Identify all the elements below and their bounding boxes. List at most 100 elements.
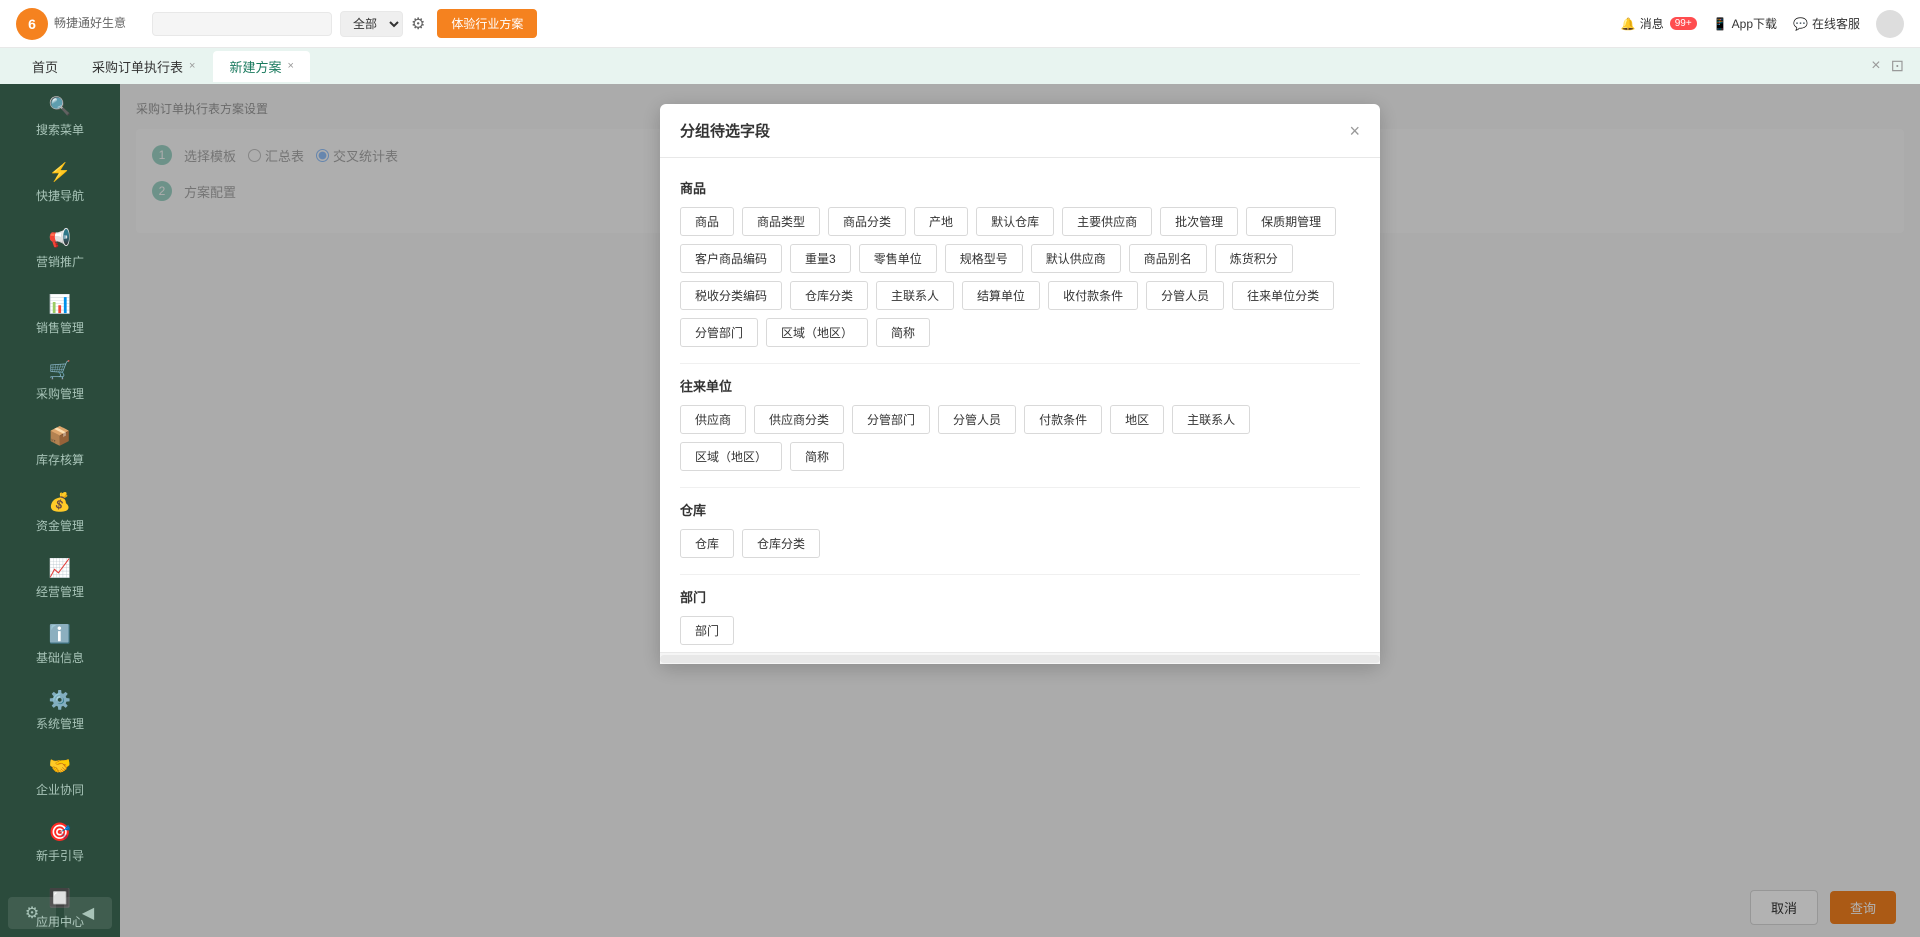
modal-horizontal-scrollbar[interactable]	[660, 652, 1380, 664]
app-download-button[interactable]: 📱 App下载	[1713, 15, 1777, 32]
field-tag-payment-terms[interactable]: 收付款条件	[1048, 281, 1138, 310]
tab-new-plan-label: 新建方案	[229, 57, 281, 76]
top-header: 6 畅捷通好生意 全部 ⚙ 体验行业方案 🔔 消息 99+ 📱 App下载 💬 …	[0, 0, 1920, 48]
field-tag-default-supplier[interactable]: 默认供应商	[1031, 244, 1121, 273]
info-icon: ℹ️	[49, 624, 71, 645]
divider-3	[680, 574, 1360, 575]
field-tag-customer-code[interactable]: 客户商品编码	[680, 244, 782, 273]
sidebar-item-label: 库存核算	[36, 451, 84, 468]
field-list-dept: 部门	[680, 616, 1360, 645]
field-tag-retail-unit[interactable]: 零售单位	[859, 244, 937, 273]
field-tag-main-contact[interactable]: 主联系人	[876, 281, 954, 310]
modal-header: 分组待选字段 ×	[660, 104, 1380, 158]
field-tag-expiry-mgmt[interactable]: 保质期管理	[1246, 207, 1336, 236]
field-tag-goods-type[interactable]: 商品类型	[742, 207, 820, 236]
chat-icon: 💬	[1793, 17, 1808, 31]
tab-new-plan-close[interactable]: ×	[287, 60, 293, 72]
field-tag-spec-model[interactable]: 规格型号	[945, 244, 1023, 273]
field-tag-supplier[interactable]: 供应商	[680, 405, 746, 434]
sidebar-item-label: 采购管理	[36, 385, 84, 402]
modal-body[interactable]: 商品 商品 商品类型 商品分类 产地 默认仓库 主要供应商 批次管理 保质期管理…	[660, 158, 1380, 652]
field-tag-batch-mgmt[interactable]: 批次管理	[1160, 207, 1238, 236]
field-tag-department[interactable]: 部门	[680, 616, 734, 645]
header-middle: 全部 ⚙ 体验行业方案	[136, 9, 1621, 38]
field-tag-tax-code[interactable]: 税收分类编码	[680, 281, 782, 310]
field-tag-short-name-party[interactable]: 简称	[790, 442, 844, 471]
field-tag-warehouse-category[interactable]: 仓库分类	[790, 281, 868, 310]
field-tag-region-party[interactable]: 区域（地区）	[680, 442, 782, 471]
avatar[interactable]	[1876, 10, 1904, 38]
operations-icon: 📈	[49, 558, 71, 579]
tab-home[interactable]: 首页	[16, 51, 74, 82]
sidebar-item-label: 销售管理	[36, 319, 84, 336]
modal-close-button[interactable]: ×	[1349, 122, 1360, 140]
gear-icon[interactable]: ⚙	[411, 14, 425, 34]
sidebar-item-label: 系统管理	[36, 715, 84, 732]
field-tag-warehouse-cat[interactable]: 仓库分类	[742, 529, 820, 558]
field-tag-main-supplier[interactable]: 主要供应商	[1062, 207, 1152, 236]
field-tag-warehouse[interactable]: 仓库	[680, 529, 734, 558]
field-tag-area[interactable]: 地区	[1110, 405, 1164, 434]
phone-icon: 📱	[1713, 17, 1728, 31]
notification-label: 消息	[1640, 15, 1664, 32]
field-tag-supervisor[interactable]: 分管人员	[1146, 281, 1224, 310]
modal-backdrop: 分组待选字段 × 商品 商品 商品类型 商品分类 产地 默认仓库 主要供应商 批…	[120, 84, 1920, 937]
field-tag-short-name-goods[interactable]: 简称	[876, 318, 930, 347]
field-tag-party-supervisor[interactable]: 分管人员	[938, 405, 1016, 434]
sidebar-item-system[interactable]: ⚙️ 系统管理	[0, 678, 120, 744]
tab-purchase-close[interactable]: ×	[189, 60, 195, 72]
field-tag-goods-category[interactable]: 商品分类	[828, 207, 906, 236]
sidebar-item-quicknav[interactable]: ⚡ 快捷导航	[0, 150, 120, 216]
field-tag-party-contact[interactable]: 主联系人	[1172, 405, 1250, 434]
sidebar-item-label: 企业协同	[36, 781, 84, 798]
expand-icon[interactable]: ⊡	[1891, 56, 1904, 76]
field-tag-supplier-category[interactable]: 供应商分类	[754, 405, 844, 434]
field-tag-region-goods[interactable]: 区域（地区）	[766, 318, 868, 347]
module-select[interactable]: 全部	[340, 11, 403, 37]
inventory-icon: 📦	[49, 426, 71, 447]
sidebar-item-label: 搜索菜单	[36, 121, 84, 138]
field-tag-dept[interactable]: 分管部门	[680, 318, 758, 347]
notification-button[interactable]: 🔔 消息 99+	[1621, 15, 1697, 32]
finance-icon: 💰	[49, 492, 71, 513]
field-tag-party-category[interactable]: 往来单位分类	[1232, 281, 1334, 310]
sidebar-item-label: 经营管理	[36, 583, 84, 600]
tab-new-plan[interactable]: 新建方案 ×	[213, 51, 309, 82]
sidebar-item-label: 资金管理	[36, 517, 84, 534]
try-button[interactable]: 体验行业方案	[437, 9, 537, 38]
sidebar-settings-button[interactable]: ⚙	[8, 897, 56, 929]
field-tag-goods-alias[interactable]: 商品别名	[1129, 244, 1207, 273]
field-list-party: 供应商 供应商分类 分管部门 分管人员 付款条件 地区 主联系人 区域（地区） …	[680, 405, 1360, 471]
sidebar-item-marketing[interactable]: 📢 营销推广	[0, 216, 120, 282]
field-tag-default-warehouse[interactable]: 默认仓库	[976, 207, 1054, 236]
sidebar-item-sales[interactable]: 📊 销售管理	[0, 282, 120, 348]
tab-purchase-list[interactable]: 采购订单执行表 ×	[76, 51, 211, 82]
field-tag-settlement-unit[interactable]: 结算单位	[962, 281, 1040, 310]
tab-bar: 首页 采购订单执行表 × 新建方案 × × ⊡	[0, 48, 1920, 84]
field-tag-goods[interactable]: 商品	[680, 207, 734, 236]
sidebar-item-purchase[interactable]: 🛒 采购管理	[0, 348, 120, 414]
sidebar-collapse-button[interactable]: ◀	[64, 897, 112, 929]
field-tag-origin[interactable]: 产地	[914, 207, 968, 236]
sidebar-item-search[interactable]: 🔍 搜索菜单	[0, 84, 120, 150]
field-tag-party-dept[interactable]: 分管部门	[852, 405, 930, 434]
field-select-modal: 分组待选字段 × 商品 商品 商品类型 商品分类 产地 默认仓库 主要供应商 批…	[660, 104, 1380, 664]
sidebar-item-operations[interactable]: 📈 经营管理	[0, 546, 120, 612]
sidebar-item-collab[interactable]: 🤝 企业协同	[0, 744, 120, 810]
close-icon[interactable]: ×	[1871, 57, 1880, 75]
sidebar-item-inventory[interactable]: 📦 库存核算	[0, 414, 120, 480]
field-tag-weight3[interactable]: 重量3	[790, 244, 851, 273]
field-list-warehouse: 仓库 仓库分类	[680, 529, 1360, 558]
marketing-icon: 📢	[49, 228, 71, 249]
search-input[interactable]	[152, 12, 332, 36]
logo-text: 畅捷通好生意	[54, 16, 126, 30]
online-service-button[interactable]: 💬 在线客服	[1793, 15, 1860, 32]
field-list-goods: 商品 商品类型 商品分类 产地 默认仓库 主要供应商 批次管理 保质期管理 客户…	[680, 207, 1360, 347]
scrollbar-track	[660, 655, 1380, 663]
field-tag-payment-cond[interactable]: 付款条件	[1024, 405, 1102, 434]
field-tag-points[interactable]: 炼货积分	[1215, 244, 1293, 273]
sidebar-item-basics[interactable]: ℹ️ 基础信息	[0, 612, 120, 678]
bell-icon: 🔔	[1621, 17, 1636, 31]
sidebar-item-finance[interactable]: 💰 资金管理	[0, 480, 120, 546]
sidebar-item-guide[interactable]: 🎯 新手引导	[0, 810, 120, 876]
